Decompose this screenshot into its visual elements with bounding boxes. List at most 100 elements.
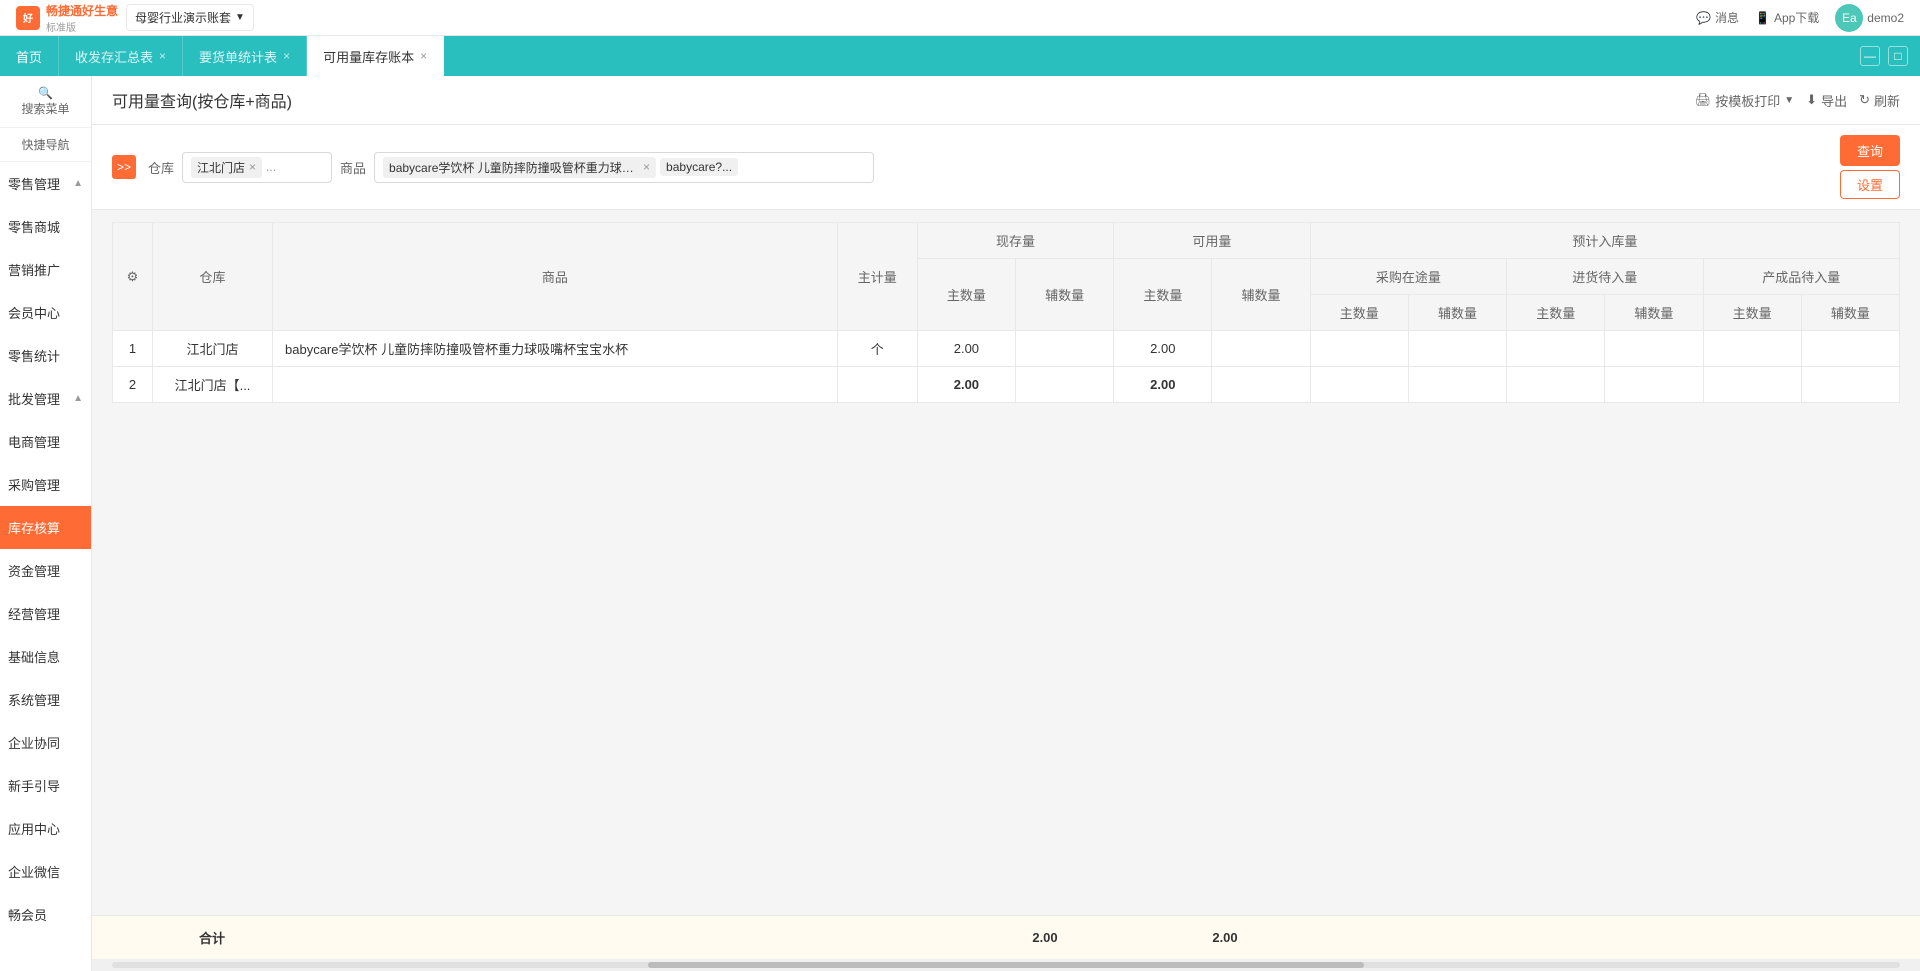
avatar: Ea <box>1835 4 1863 32</box>
row-1-purchased-main <box>1310 331 1408 367</box>
tab-receivable-label: 收发存汇总表 <box>75 47 153 66</box>
th-product: 商品 <box>273 223 838 331</box>
sidebar-item-retail-mall[interactable]: 零售商城 <box>0 205 91 248</box>
warehouse-filter-tag: 江北门店 × <box>191 157 262 178</box>
th-stock: 现存量 <box>917 223 1113 259</box>
sidebar-search[interactable]: 🔍 搜索菜单 <box>0 76 91 128</box>
sidebar-item-system-mgmt[interactable]: 系统管理 <box>0 678 91 721</box>
product-tag2-text: babycare?... <box>666 160 732 174</box>
th-purchased-main: 主数量 <box>1310 295 1408 331</box>
sidebar-item-wholesale-mgmt-label: 批发管理 <box>8 389 60 408</box>
filter-toggle-btn[interactable]: >> <box>112 155 136 179</box>
sidebar-item-app-center[interactable]: 应用中心 <box>0 807 91 850</box>
message-icon: 💬 <box>1696 11 1711 25</box>
sidebar-item-inventory-check[interactable]: 库存核算 <box>0 506 91 549</box>
th-available: 可用量 <box>1114 223 1310 259</box>
app-download-label: App下载 <box>1774 9 1819 26</box>
tab-receivable[interactable]: 收发存汇总表 × <box>59 36 183 76</box>
footer-production-sub <box>1810 924 1900 951</box>
tab-available-inventory-close[interactable]: × <box>420 49 427 63</box>
row-2-production-main <box>1703 367 1801 403</box>
logo-area: 好 畅捷通好生意 标准版 <box>16 2 118 34</box>
th-stock-sub: 辅数量 <box>1016 259 1114 331</box>
sidebar-item-marketing-label: 营销推广 <box>8 260 60 279</box>
row-2-stock-main: 2.00 <box>917 367 1015 403</box>
tab-order-stats-close[interactable]: × <box>283 49 290 63</box>
company-selector[interactable]: 母婴行业演示账套 ▼ <box>126 4 254 31</box>
tab-available-inventory[interactable]: 可用量库存账本 × <box>307 36 444 76</box>
sidebar-item-marketing[interactable]: 营销推广 <box>0 248 91 291</box>
product-filter-input[interactable]: babycare学饮杯 儿童防摔防撞吸管杯重力球吸嘴杯宝宝水杯 × babyca… <box>374 152 874 183</box>
product-tag1-close[interactable]: × <box>643 160 650 174</box>
row-1-num: 1 <box>113 331 153 367</box>
tab-minimize-btn[interactable]: — <box>1860 46 1880 66</box>
sidebar-item-enterprise-collab[interactable]: 企业协同 <box>0 721 91 764</box>
th-available-sub: 辅数量 <box>1212 259 1310 331</box>
sidebar-item-inventory-check-label: 库存核算 <box>8 518 60 537</box>
sidebar-item-operations-mgmt[interactable]: 经营管理 <box>0 592 91 635</box>
footer-stock-sub <box>1090 924 1180 951</box>
page-header-actions: 🖨 按模板打印 ▼ ⬇ 导出 ↻ 刷新 <box>1695 91 1900 110</box>
tab-maximize-btn[interactable]: □ <box>1888 46 1908 66</box>
row-2-product <box>273 367 838 403</box>
sidebar-item-finance-mgmt[interactable]: 资金管理 <box>0 549 91 592</box>
messages-btn[interactable]: 💬 消息 <box>1696 9 1739 26</box>
th-warehouse: 仓库 <box>153 223 273 331</box>
row-1-inbound-main <box>1507 331 1605 367</box>
sidebar-item-member-center[interactable]: 会员中心 <box>0 291 91 334</box>
tab-bar: 首页 收发存汇总表 × 要货单统计表 × 可用量库存账本 × — □ <box>0 36 1920 76</box>
scrollbar-thumb[interactable] <box>648 962 1363 968</box>
export-icon: ⬇ <box>1806 92 1817 108</box>
sidebar-item-system-mgmt-label: 系统管理 <box>8 690 60 709</box>
row-1-purchased-sub <box>1408 331 1506 367</box>
logo-text: 畅捷通好生意 标准版 <box>46 2 118 34</box>
settings-icon: ⚙ <box>127 269 139 284</box>
sidebar-item-purchase-mgmt[interactable]: 采购管理 <box>0 463 91 506</box>
row-2-purchased-main <box>1310 367 1408 403</box>
tab-order-stats[interactable]: 要货单统计表 × <box>183 36 307 76</box>
sidebar-item-new-guide[interactable]: 新手引导 <box>0 764 91 807</box>
chevron-icon: ▲ <box>73 178 83 189</box>
th-inbound-sub: 辅数量 <box>1605 295 1703 331</box>
sidebar-item-retail-mgmt[interactable]: 零售管理 ▲ <box>0 162 91 205</box>
sidebar-item-basic-info-label: 基础信息 <box>8 647 60 666</box>
settings-button[interactable]: 设置 <box>1840 170 1900 199</box>
sidebar-item-app-center-label: 应用中心 <box>8 819 60 838</box>
warehouse-filter-input[interactable]: 江北门店 × ... <box>182 152 332 183</box>
sidebar-item-enterprise-wechat[interactable]: 企业微信 <box>0 850 91 893</box>
sidebar-quick-nav[interactable]: 快捷导航 <box>0 128 91 162</box>
app-download-btn[interactable]: 📱 App下载 <box>1755 9 1819 26</box>
export-btn[interactable]: ⬇ 导出 <box>1806 91 1847 110</box>
row-2-unit <box>837 367 917 403</box>
print-template-label: 按模板打印 <box>1715 91 1780 110</box>
user-area[interactable]: Ea demo2 <box>1835 4 1904 32</box>
sidebar-item-ecommerce-mgmt[interactable]: 电商管理 <box>0 420 91 463</box>
row-2-warehouse: 江北门店【... <box>153 367 273 403</box>
th-settings[interactable]: ⚙ <box>113 223 153 331</box>
query-button[interactable]: 查询 <box>1840 135 1900 166</box>
sidebar-item-basic-info[interactable]: 基础信息 <box>0 635 91 678</box>
sidebar-item-retail-stats[interactable]: 零售统计 <box>0 334 91 377</box>
horizontal-scrollbar[interactable] <box>92 959 1920 971</box>
user-name: demo2 <box>1867 11 1904 25</box>
footer-label: 合计 <box>152 924 272 951</box>
tab-home[interactable]: 首页 <box>0 36 59 76</box>
tab-receivable-close[interactable]: × <box>159 49 166 63</box>
row-1-available-main: 2.00 <box>1114 331 1212 367</box>
refresh-btn[interactable]: ↻ 刷新 <box>1859 91 1900 110</box>
warehouse-tag-close[interactable]: × <box>249 160 256 174</box>
filter-actions: 查询 设置 <box>1840 135 1900 199</box>
warehouse-tag-text: 江北门店 <box>197 159 245 176</box>
print-template-btn[interactable]: 🖨 按模板打印 ▼ <box>1695 91 1794 110</box>
warehouse-filter-label: 仓库 <box>148 158 174 177</box>
sidebar-item-vip-member[interactable]: 畅会员 <box>0 893 91 936</box>
page-title: 可用量查询(按仓库+商品) <box>112 88 292 112</box>
sidebar-item-finance-mgmt-label: 资金管理 <box>8 561 60 580</box>
product-filter-tag2: babycare?... <box>660 158 738 176</box>
sidebar: 🔍 搜索菜单 快捷导航 零售管理 ▲ 零售商城 营销推广 会员中心 零售统计 批… <box>0 76 92 971</box>
app-subtext: 标准版 <box>46 19 118 34</box>
footer-inbound-main <box>1540 924 1630 951</box>
row-2-stock-sub <box>1016 367 1114 403</box>
sidebar-item-wholesale-mgmt[interactable]: 批发管理 ▲ <box>0 377 91 420</box>
row-2-num: 2 <box>113 367 153 403</box>
